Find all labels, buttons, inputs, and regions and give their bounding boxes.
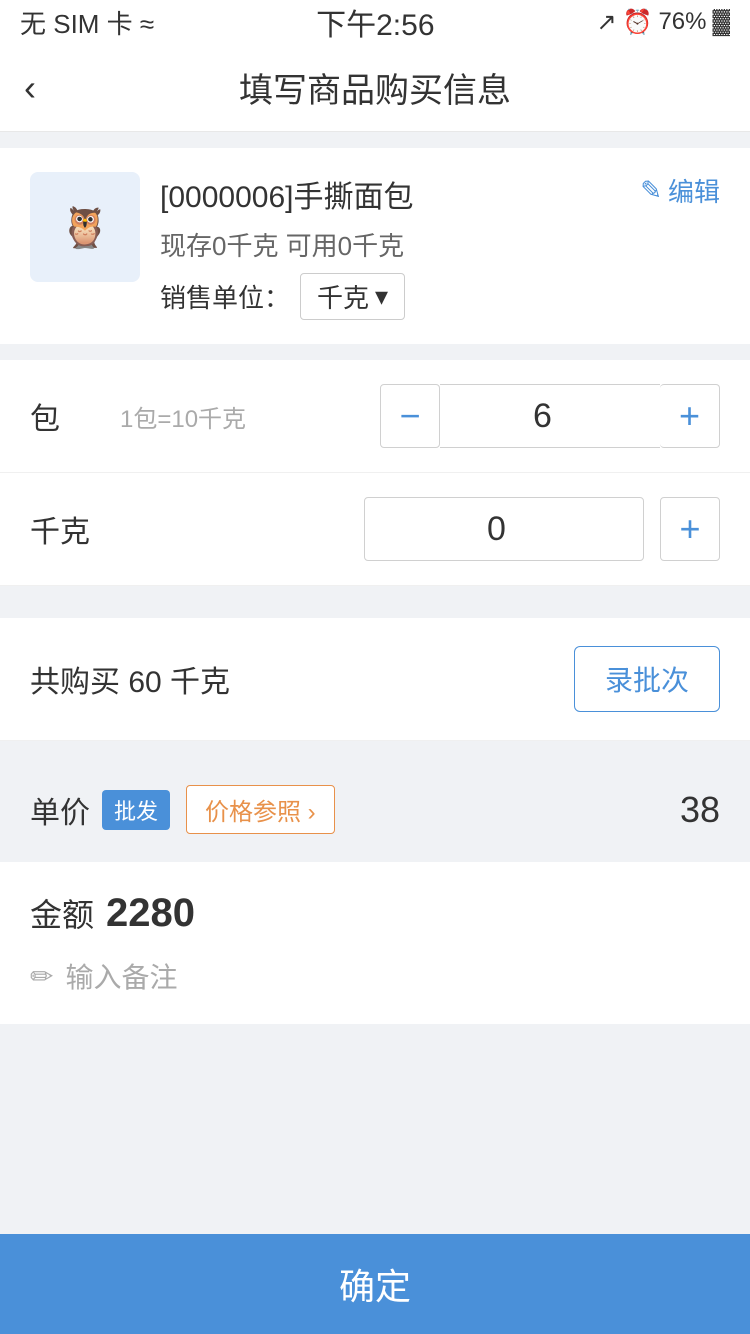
content-area: 🦉 [0000006]手撕面包 ✎ 编辑 现存0千克 可用0千克 销售单位： 千… [0, 132, 750, 1334]
product-name: [0000006]手撕面包 [160, 172, 413, 216]
edit-icon: ✎ [640, 175, 662, 206]
price-type-badge: 批发 [102, 790, 170, 830]
summary-text: 共购买 60 千克 [30, 657, 230, 701]
unit-label: 销售单位： [160, 278, 290, 315]
status-right: ↗ ⏰ 76% ▓ [596, 8, 730, 37]
page-title: 填写商品购买信息 [239, 63, 511, 112]
price-label: 单价 [30, 788, 90, 832]
amount-label: 金额 [30, 890, 94, 936]
separator-2 [0, 586, 750, 602]
unit-select[interactable]: 千克 ▾ [300, 273, 405, 320]
separator-1 [0, 344, 750, 360]
bag-minus-button[interactable]: − [380, 384, 440, 448]
confirm-button[interactable]: 确定 [0, 1234, 750, 1334]
separator-3 [0, 741, 750, 757]
unit-value: 千克 [317, 278, 369, 315]
kg-input[interactable] [364, 497, 644, 561]
record-batch-button[interactable]: 录批次 [574, 646, 720, 712]
back-button[interactable]: ‹ [24, 67, 36, 109]
battery-icon: ▓ [712, 8, 730, 36]
price-row: 单价 批发 价格参照 › 38 [0, 757, 750, 862]
remark-row[interactable]: ✏ 输入备注 [30, 956, 720, 996]
location-icon: ↗ [596, 8, 616, 37]
amount-value: 2280 [106, 891, 195, 936]
pencil-icon: ✏ [30, 960, 53, 993]
kg-label: 千克 [30, 507, 110, 551]
bag-hint: 1包=10千克 [120, 399, 246, 434]
product-header-row: [0000006]手撕面包 ✎ 编辑 [160, 172, 720, 226]
alarm-icon: ⏰ [623, 8, 653, 37]
owl-icon: 🦉 [60, 204, 110, 251]
status-left: 无 SIM 卡 ≈ [20, 4, 154, 41]
nav-bar: ‹ 填写商品购买信息 [0, 44, 750, 132]
status-time: 下午2:56 [316, 0, 434, 44]
product-stock: 现存0千克 可用0千克 [160, 226, 720, 263]
remark-placeholder: 输入备注 [65, 956, 177, 996]
status-bar: 无 SIM 卡 ≈ 下午2:56 ↗ ⏰ 76% ▓ [0, 0, 750, 44]
product-image: 🦉 [30, 172, 140, 282]
spacer [0, 1024, 750, 1234]
amount-section: 金额 2280 ✏ 输入备注 [0, 862, 750, 1024]
bag-input[interactable] [440, 384, 660, 448]
kg-controls: + [364, 497, 720, 561]
kg-plus-button[interactable]: + [660, 497, 720, 561]
kg-input-row: 千克 + [0, 473, 750, 586]
summary-row: 共购买 60 千克 录批次 [0, 618, 750, 741]
price-value: 38 [680, 789, 720, 831]
product-info: [0000006]手撕面包 ✎ 编辑 现存0千克 可用0千克 销售单位： 千克 … [160, 172, 720, 320]
price-reference-button[interactable]: 价格参照 › [186, 785, 335, 834]
summary-section: 共购买 60 千克 录批次 [0, 618, 750, 741]
amount-row: 金额 2280 [30, 890, 720, 936]
edit-button[interactable]: ✎ 编辑 [640, 172, 720, 209]
product-card: 🦉 [0000006]手撕面包 ✎ 编辑 现存0千克 可用0千克 销售单位： 千… [0, 148, 750, 344]
bag-stepper: − + [380, 384, 720, 448]
bag-input-row: 包 1包=10千克 − + [0, 360, 750, 473]
bag-label: 包 [30, 394, 110, 438]
battery-level: 76% [658, 8, 706, 36]
chevron-down-icon: ▾ [375, 281, 388, 312]
input-section: 包 1包=10千克 − + 千克 + [0, 360, 750, 586]
edit-label: 编辑 [668, 172, 720, 209]
product-unit-row: 销售单位： 千克 ▾ [160, 273, 720, 320]
bag-plus-button[interactable]: + [660, 384, 720, 448]
